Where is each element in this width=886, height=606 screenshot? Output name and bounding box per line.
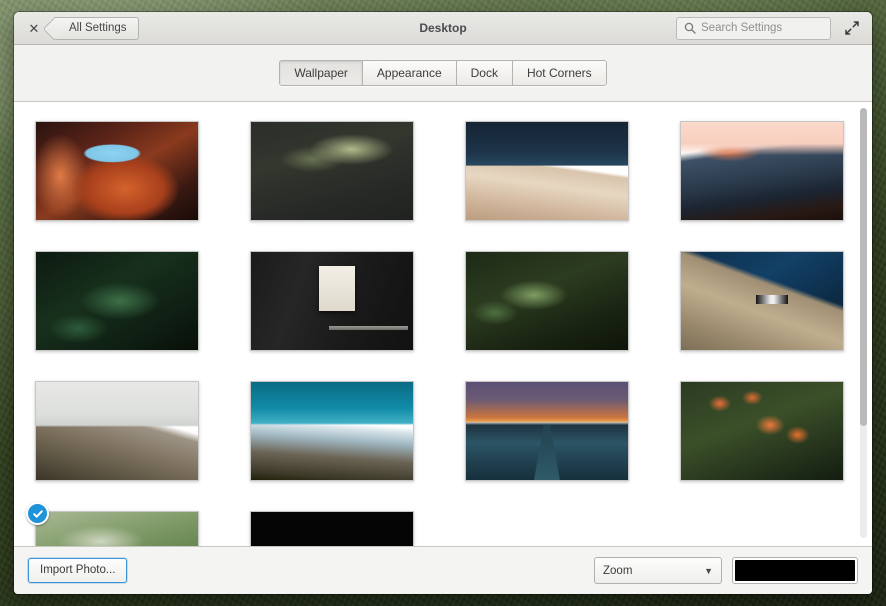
window-titlebar: ✕ All Settings Desktop: [14, 12, 872, 45]
tab-appearance[interactable]: Appearance: [361, 61, 456, 85]
back-button-all-settings[interactable]: All Settings: [54, 16, 139, 40]
bottom-toolbar: Import Photo... Zoom ▼: [14, 546, 872, 594]
wallpaper-item[interactable]: [465, 251, 629, 351]
zoom-dropdown-label: Zoom: [603, 564, 633, 577]
close-icon[interactable]: ✕: [25, 19, 43, 37]
tab-strip: Wallpaper Appearance Dock Hot Corners: [279, 60, 607, 86]
wallpaper-thumbnail[interactable]: [250, 511, 414, 546]
wallpaper-item[interactable]: [465, 381, 629, 481]
wallpaper-thumbnail[interactable]: [35, 381, 199, 481]
checkmark-icon: [26, 502, 49, 525]
wallpaper-item[interactable]: [250, 121, 414, 221]
search-input[interactable]: [701, 22, 823, 34]
wallpaper-thumbnail[interactable]: [680, 251, 844, 351]
wallpaper-thumbnail[interactable]: [250, 121, 414, 221]
wallpaper-grid: [14, 102, 872, 546]
vertical-scrollbar[interactable]: [860, 108, 867, 538]
tab-dock[interactable]: Dock: [455, 61, 512, 85]
wallpaper-item[interactable]: [680, 381, 844, 481]
wallpaper-thumbnail[interactable]: [35, 251, 199, 351]
wallpaper-thumbnail[interactable]: [35, 511, 199, 546]
wallpaper-thumbnail[interactable]: [465, 121, 629, 221]
back-button-label: All Settings: [69, 22, 127, 34]
color-swatch-fill: [735, 560, 855, 581]
scrollbar-thumb[interactable]: [860, 108, 867, 426]
import-photo-button[interactable]: Import Photo...: [28, 558, 128, 583]
settings-window: ✕ All Settings Desktop Wallp: [14, 12, 872, 594]
chevron-down-icon: ▼: [704, 565, 713, 576]
search-input-wrapper[interactable]: [676, 16, 831, 40]
wallpaper-grid-scroll-area[interactable]: [14, 102, 872, 546]
wallpaper-item[interactable]: [35, 121, 199, 221]
search-icon: [684, 22, 696, 34]
wallpaper-item[interactable]: [35, 251, 199, 351]
wallpaper-item[interactable]: [250, 511, 414, 546]
wallpaper-item[interactable]: [250, 251, 414, 351]
maximize-icon[interactable]: [843, 19, 861, 37]
titlebar-right-group: [676, 16, 861, 40]
wallpaper-thumbnail[interactable]: [465, 381, 629, 481]
wallpaper-item-selected[interactable]: [26, 502, 199, 546]
tab-strip-zone: Wallpaper Appearance Dock Hot Corners: [14, 45, 872, 102]
wallpaper-item[interactable]: [250, 381, 414, 481]
wallpaper-thumbnail[interactable]: [680, 121, 844, 221]
tab-hot-corners[interactable]: Hot Corners: [511, 61, 606, 85]
wallpaper-thumbnail[interactable]: [680, 381, 844, 481]
zoom-dropdown[interactable]: Zoom ▼: [594, 557, 722, 584]
wallpaper-item[interactable]: [465, 121, 629, 221]
wallpaper-item[interactable]: [35, 381, 199, 481]
wallpaper-item[interactable]: [680, 251, 844, 351]
wallpaper-thumbnail[interactable]: [250, 251, 414, 351]
tab-wallpaper[interactable]: Wallpaper: [280, 61, 362, 85]
wallpaper-thumbnail[interactable]: [465, 251, 629, 351]
background-color-picker[interactable]: [732, 557, 858, 584]
wallpaper-item[interactable]: [680, 121, 844, 221]
wallpaper-thumbnail[interactable]: [35, 121, 199, 221]
wallpaper-thumbnail[interactable]: [250, 381, 414, 481]
